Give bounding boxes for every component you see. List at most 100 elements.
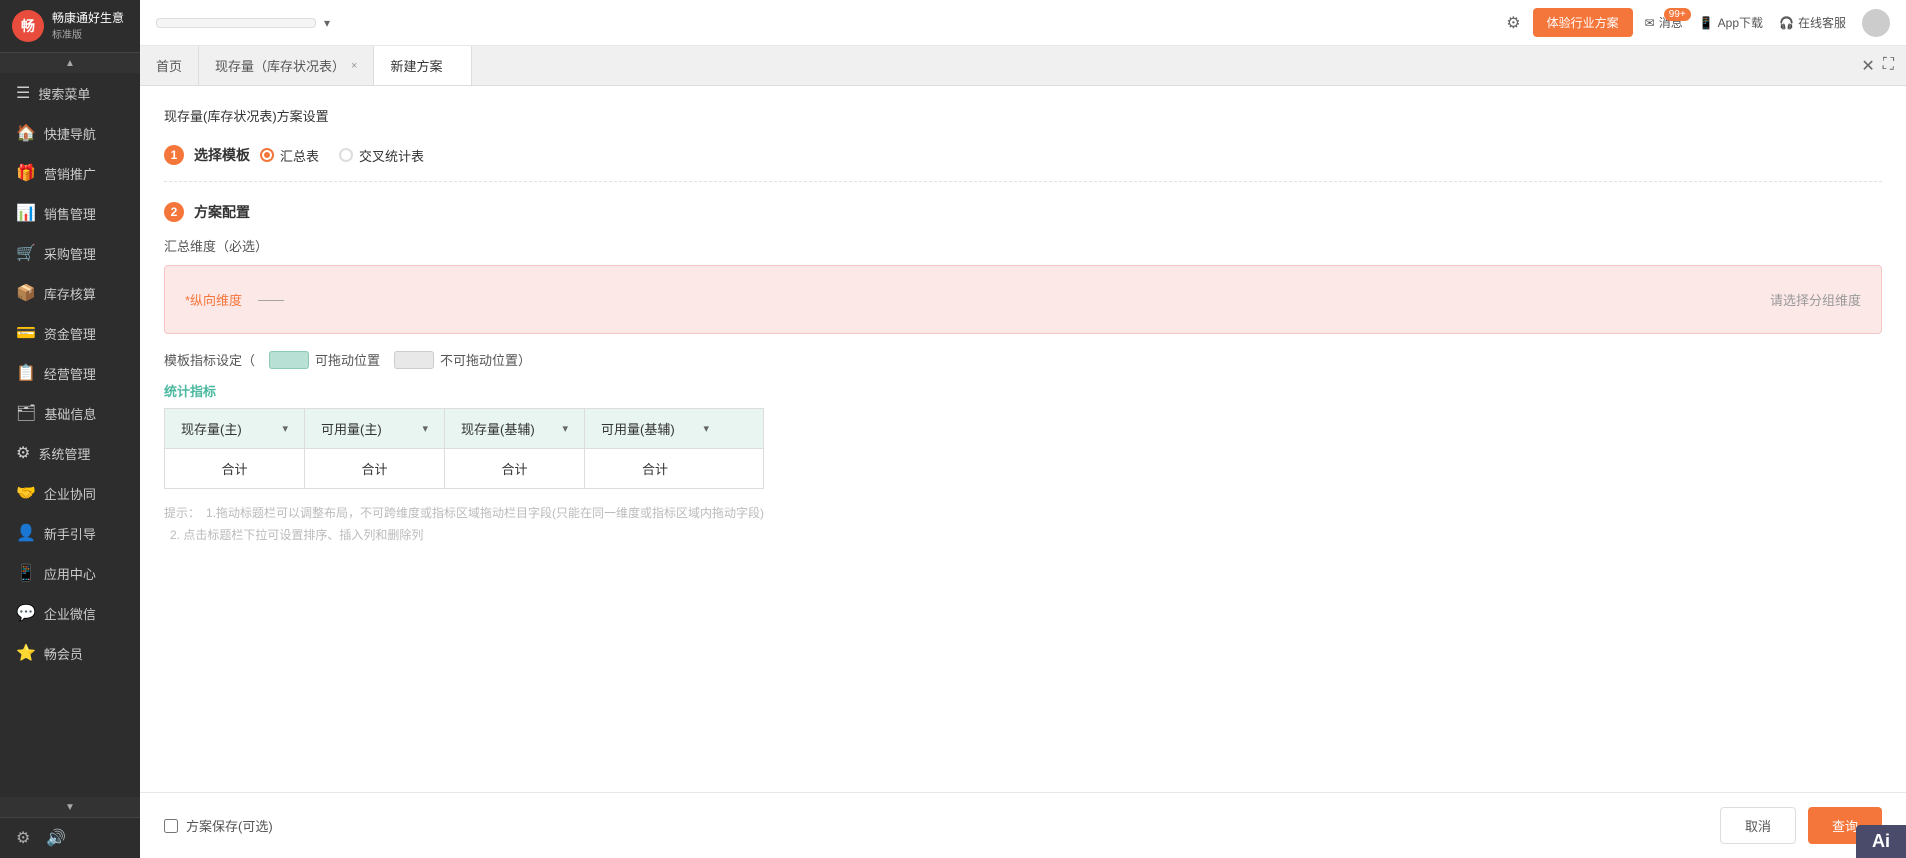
wechat-icon: 💬	[16, 603, 36, 623]
stats-col-1-header[interactable]: 现存量(主) ▾	[165, 409, 305, 448]
stats-col-3-label: 现存量(基辅)	[461, 419, 535, 438]
sidebar-item-marketing[interactable]: 🎁 营销推广	[0, 153, 140, 193]
radio-summary[interactable]: 汇总表	[260, 146, 319, 165]
stats-col-4-chevron[interactable]: ▾	[703, 422, 709, 435]
sidebar-footer: ⚙ 🔊	[0, 817, 140, 858]
tab-new-plan[interactable]: 新建方案 ×	[374, 46, 471, 85]
stats-col-1-label: 现存量(主)	[181, 419, 242, 438]
sidebar-item-label: 采购管理	[44, 244, 96, 263]
app-edition: 标准版	[52, 26, 124, 41]
bottom-bar: 方案保存(可选) 取消 查询	[140, 792, 1906, 858]
step2-header: 2 方案配置	[164, 202, 1882, 222]
sidebar-item-label: 搜索菜单	[38, 84, 90, 103]
stats-table-header: 现存量(主) ▾ 可用量(主) ▾ 现存量(基辅) ▾ 可用量(基辅)	[165, 409, 763, 448]
tab-inventory[interactable]: 现存量（库存状况表） ×	[199, 46, 374, 85]
sidebar-scroll-up[interactable]: ▲	[0, 53, 140, 73]
stats-col-1-chevron[interactable]: ▾	[282, 422, 288, 435]
tip-1-label: 提示：	[164, 503, 200, 525]
sidebar-item-label: 企业微信	[44, 604, 96, 623]
user-avatar[interactable]	[1862, 9, 1890, 37]
template-radio-group: 汇总表 交叉统计表	[260, 146, 424, 165]
sidebar-item-new-guide[interactable]: 👤 新手引导	[0, 513, 140, 553]
sidebar-item-label: 系统管理	[38, 444, 90, 463]
message-badge[interactable]: ✉ 消息 99+	[1645, 14, 1683, 31]
stats-col-3-header[interactable]: 现存量(基辅) ▾	[445, 409, 585, 448]
tab-home[interactable]: 首页	[140, 46, 199, 85]
expand-icon[interactable]: ⛶	[1883, 56, 1894, 76]
stats-cell-1-2: 合计	[305, 449, 445, 488]
sidebar-item-quick-nav[interactable]: 🏠 快捷导航	[0, 113, 140, 153]
movable-label: 可拖动位置	[315, 350, 380, 369]
dimension-dash: ——	[258, 292, 1754, 307]
save-option: 方案保存(可选)	[164, 816, 273, 835]
step1-section: 1 选择模板 汇总表 交叉统计表	[164, 145, 1882, 182]
radio-cross[interactable]: 交叉统计表	[339, 146, 424, 165]
tips-section: 提示： 1.拖动标题栏可以调整布局，不可跨维度或指标区域拖动栏目字段(只能在同一…	[164, 503, 1882, 546]
sidebar-item-label: 畅会员	[44, 644, 83, 663]
home-icon: 🏠	[16, 123, 36, 143]
stats-table: 现存量(主) ▾ 可用量(主) ▾ 现存量(基辅) ▾ 可用量(基辅)	[164, 408, 764, 489]
search-dropdown-icon[interactable]: ▾	[324, 16, 330, 30]
settings-icon[interactable]: ⚙	[16, 828, 30, 848]
stats-cell-1-1: 合计	[165, 449, 305, 488]
tab-new-plan-close[interactable]: ×	[448, 60, 454, 72]
sidebar-item-purchase[interactable]: 🛒 采购管理	[0, 233, 140, 273]
sidebar-item-app-center[interactable]: 📱 应用中心	[0, 553, 140, 593]
cancel-button[interactable]: 取消	[1720, 807, 1796, 844]
message-count: 99+	[1664, 8, 1691, 21]
speaker-icon[interactable]: 🔊	[46, 828, 66, 848]
sidebar: 畅 畅康通好生意 标准版 ▲ ☰ 搜索菜单 🏠 快捷导航 🎁 营销推广 📊 销售…	[0, 0, 140, 858]
sidebar-item-wechat[interactable]: 💬 企业微信	[0, 593, 140, 633]
sidebar-header: 畅 畅康通好生意 标准版	[0, 0, 140, 53]
stats-col-2-header[interactable]: 可用量(主) ▾	[305, 409, 445, 448]
radio-summary-dot	[260, 148, 274, 162]
dimension-section-label: 汇总维度（必选）	[164, 236, 1882, 255]
stats-col-2-chevron[interactable]: ▾	[422, 422, 428, 435]
stats-section-title: 统计指标	[164, 381, 1882, 400]
step2-badge: 2	[164, 202, 184, 222]
stats-col-3-chevron[interactable]: ▾	[562, 422, 568, 435]
tabbar: 首页 现存量（库存状况表） × 新建方案 × ✕ ⛶	[140, 46, 1906, 86]
app-info: 畅康通好生意 标准版	[52, 11, 124, 42]
page-content: 现存量(库存状况表)方案设置 1 选择模板 汇总表 交叉统计表	[140, 86, 1906, 792]
app-download-label: App下载	[1718, 14, 1763, 31]
sidebar-item-label: 营销推广	[44, 164, 96, 183]
sidebar-item-search-menu[interactable]: ☰ 搜索菜单	[0, 73, 140, 113]
sidebar-item-finance[interactable]: 💳 资金管理	[0, 313, 140, 353]
online-service-badge[interactable]: 🎧 在线客服	[1779, 14, 1846, 31]
finance-icon: 💳	[16, 323, 36, 343]
sidebar-item-system[interactable]: ⚙ 系统管理	[0, 433, 140, 473]
tip-2: 2. 点击标题栏下拉可设置排序、插入列和删除列	[164, 525, 1882, 547]
page-title: 现存量(库存状况表)方案设置	[164, 106, 1882, 125]
industry-plan-button[interactable]: 体验行业方案	[1533, 8, 1633, 37]
step2-title: 方案配置	[194, 202, 250, 222]
step1-header: 1 选择模板 汇总表 交叉统计表	[164, 145, 1882, 165]
sidebar-item-inventory[interactable]: 📦 库存核算	[0, 273, 140, 313]
app-logo: 畅	[12, 10, 44, 42]
tip-1-text: 1.拖动标题栏可以调整布局，不可跨维度或指标区域拖动栏目字段(只能在同一维度或指…	[206, 503, 764, 525]
tip-1: 提示： 1.拖动标题栏可以调整布局，不可跨维度或指标区域拖动栏目字段(只能在同一…	[164, 503, 1882, 525]
step1-title: 选择模板	[194, 145, 250, 165]
sidebar-item-label: 销售管理	[44, 204, 96, 223]
save-checkbox[interactable]	[164, 819, 178, 833]
sidebar-item-basic-info[interactable]: 🗂 基础信息	[0, 393, 140, 433]
ai-badge[interactable]: Ai	[1856, 825, 1906, 858]
dimension-box[interactable]: *纵向维度 —— 请选择分组维度	[164, 265, 1882, 334]
app-download-badge[interactable]: 📱 App下载	[1699, 14, 1763, 31]
sidebar-scroll-down[interactable]: ▼	[0, 797, 140, 817]
dimension-select-placeholder: 请选择分组维度	[1770, 290, 1861, 309]
tab-inventory-close[interactable]: ×	[351, 60, 357, 72]
stats-col-4-header[interactable]: 可用量(基辅) ▾	[585, 409, 725, 448]
sidebar-item-member[interactable]: ⭐ 畅会员	[0, 633, 140, 673]
sidebar-item-management[interactable]: 📋 经营管理	[0, 353, 140, 393]
step1-divider	[164, 181, 1882, 182]
close-all-icon[interactable]: ✕	[1861, 56, 1874, 76]
management-icon: 📋	[16, 363, 36, 383]
member-icon: ⭐	[16, 643, 36, 663]
basic-info-icon: 🗂	[16, 403, 36, 423]
sidebar-item-sales[interactable]: 📊 销售管理	[0, 193, 140, 233]
gear-icon[interactable]: ⚙	[1506, 13, 1520, 33]
stats-cell-1-3: 合计	[445, 449, 585, 488]
sidebar-item-cooperation[interactable]: 🤝 企业协同	[0, 473, 140, 513]
app-center-icon: 📱	[16, 563, 36, 583]
